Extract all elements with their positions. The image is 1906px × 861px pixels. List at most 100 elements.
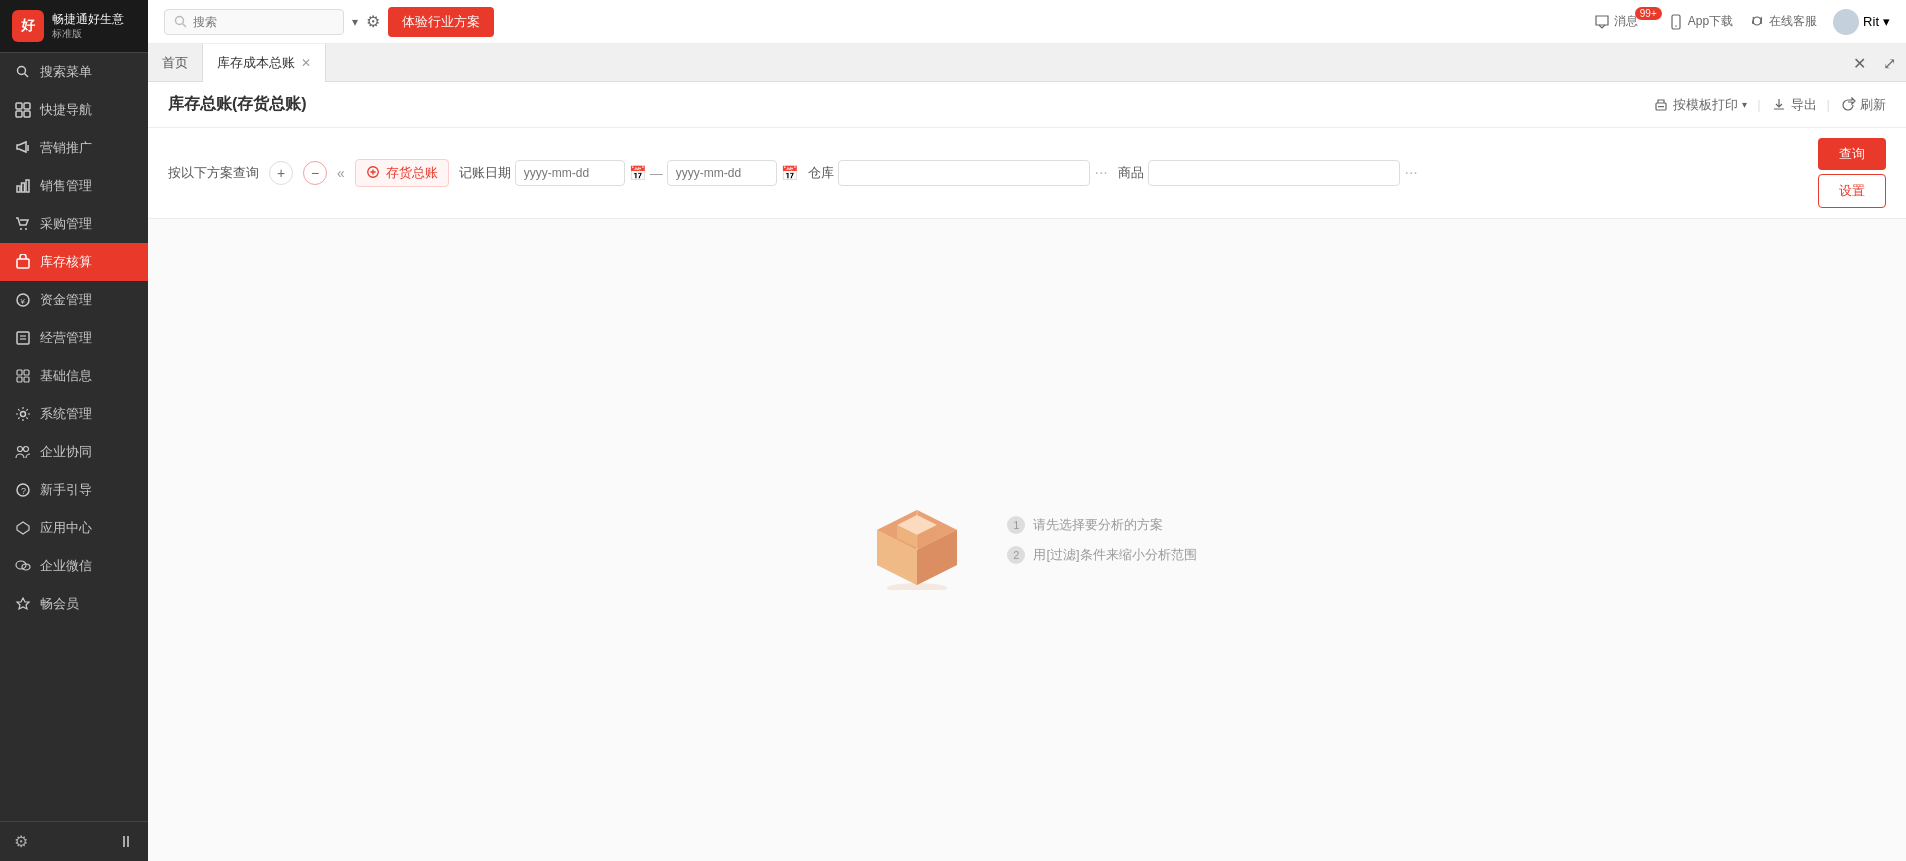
export-icon <box>1771 97 1787 113</box>
sidebar: 好 畅捷通好生意 标准版 搜索菜单 快捷导航 营销推广 <box>0 0 148 861</box>
settings-btn[interactable]: 设置 <box>1818 174 1886 208</box>
sidebar-item-label: 基础信息 <box>40 367 92 385</box>
warehouse-more-icon[interactable]: ··· <box>1094 164 1107 182</box>
product-label: 商品 <box>1118 164 1144 182</box>
print-template-btn[interactable]: 按模板打印 ▾ <box>1653 96 1747 114</box>
filter-scheme-item[interactable]: 存货总账 <box>355 159 449 187</box>
topbar-search-box[interactable] <box>164 9 344 35</box>
svg-rect-20 <box>17 377 22 382</box>
member-icon <box>14 595 32 613</box>
product-input[interactable] <box>1148 160 1401 186</box>
sidebar-item-quick-nav[interactable]: 快捷导航 <box>0 91 148 129</box>
empty-state: 1 请先选择要分析的方案 2 用[过滤]条件来缩小分析范围 <box>148 219 1906 861</box>
topbar-right: 消息 99+ App下载 在线客服 Rit ▾ <box>1594 9 1890 35</box>
settings-bottom-icon[interactable]: ⚙ <box>14 832 28 851</box>
user-area[interactable]: Rit ▾ <box>1833 9 1890 35</box>
sidebar-item-inventory[interactable]: 库存核算 <box>0 243 148 281</box>
message-btn[interactable]: 消息 99+ <box>1594 13 1652 30</box>
tab-bar: 首页 库存成本总账 ✕ ✕ ⤢ <box>148 44 1906 82</box>
sidebar-item-operations[interactable]: 经营管理 <box>0 319 148 357</box>
export-btn[interactable]: 导出 <box>1771 96 1817 114</box>
product-more-icon[interactable]: ··· <box>1404 164 1417 182</box>
logo-badge: 标准版 <box>52 27 124 41</box>
tab-close-icon[interactable]: ✕ <box>301 56 311 70</box>
empty-hints: 1 请先选择要分析的方案 2 用[过滤]条件来缩小分析范围 <box>1007 516 1196 564</box>
money-icon: ¥ <box>14 291 32 309</box>
scheme-inner-icon <box>366 165 380 179</box>
sidebar-item-label: 畅会员 <box>40 595 79 613</box>
sidebar-item-membership[interactable]: 畅会员 <box>0 585 148 623</box>
sidebar-item-purchase[interactable]: 采购管理 <box>0 205 148 243</box>
sidebar-item-basic[interactable]: 基础信息 <box>0 357 148 395</box>
headset-icon <box>1749 14 1765 30</box>
shopping-icon <box>14 215 32 233</box>
tab-inventory-label: 库存成本总账 <box>217 54 295 72</box>
topbar-gear-icon[interactable]: ⚙ <box>366 12 380 31</box>
industry-btn[interactable]: 体验行业方案 <box>388 7 494 37</box>
filter-add-btn[interactable]: + <box>269 161 293 185</box>
collapse-icon[interactable]: ⏸ <box>118 833 134 851</box>
date-start-input[interactable] <box>515 160 625 186</box>
action-sep1: | <box>1757 97 1760 112</box>
sidebar-item-wechat[interactable]: 企业微信 <box>0 547 148 585</box>
hint-num-1: 1 <box>1007 516 1025 534</box>
sidebar-item-label: 新手引导 <box>40 481 92 499</box>
svg-point-24 <box>24 447 29 452</box>
tab-home[interactable]: 首页 <box>148 44 203 82</box>
query-btn[interactable]: 查询 <box>1818 138 1886 170</box>
svg-rect-21 <box>24 377 29 382</box>
refresh-btn[interactable]: 刷新 <box>1840 96 1886 114</box>
filter-del-btn[interactable]: − <box>303 161 327 185</box>
topbar: ▾ ⚙ 体验行业方案 消息 99+ App下载 在线客服 Rit ▾ <box>148 0 1906 44</box>
sidebar-item-cooperation[interactable]: 企业协同 <box>0 433 148 471</box>
svg-rect-12 <box>17 259 29 268</box>
svg-text:?: ? <box>21 486 26 496</box>
sidebar-item-system[interactable]: 系统管理 <box>0 395 148 433</box>
dropdown-arrow-icon[interactable]: ▾ <box>352 15 358 29</box>
svg-line-31 <box>183 23 187 27</box>
svg-point-0 <box>18 67 26 75</box>
hint-item-2: 2 用[过滤]条件来缩小分析范围 <box>1007 546 1196 564</box>
sidebar-item-label: 企业协同 <box>40 443 92 461</box>
panel-expand-btn[interactable]: ⤢ <box>1883 53 1896 72</box>
topbar-left: ▾ ⚙ 体验行业方案 <box>164 7 1594 37</box>
panel-close-btn[interactable]: ✕ <box>1853 53 1866 72</box>
sidebar-item-search-menu[interactable]: 搜索菜单 <box>0 53 148 91</box>
page-actions: 按模板打印 ▾ | 导出 | 刷新 <box>1653 96 1886 114</box>
warehouse-input[interactable] <box>838 160 1091 186</box>
sidebar-item-marketing[interactable]: 营销推广 <box>0 129 148 167</box>
apps-icon <box>14 519 32 537</box>
report-icon <box>14 329 32 347</box>
refresh-label: 刷新 <box>1860 96 1886 114</box>
wechat-icon <box>14 557 32 575</box>
empty-illustration <box>857 480 977 600</box>
sidebar-item-label: 库存核算 <box>40 253 92 271</box>
svg-point-11 <box>25 228 27 230</box>
svg-rect-18 <box>17 370 22 375</box>
online-service-btn[interactable]: 在线客服 <box>1749 13 1817 30</box>
message-label: 消息 <box>1614 13 1638 30</box>
user-name: Rit <box>1863 14 1879 29</box>
print-label: 按模板打印 <box>1673 96 1738 114</box>
sidebar-item-newbie[interactable]: ? 新手引导 <box>0 471 148 509</box>
sidebar-bottom: ⚙ ⏸ <box>0 821 148 861</box>
logo-text: 畅捷通好生意 <box>52 11 124 28</box>
date-end-icon[interactable]: 📅 <box>781 165 798 181</box>
guide-icon: ? <box>14 481 32 499</box>
svg-rect-32 <box>1672 15 1680 29</box>
svg-marker-29 <box>17 598 29 609</box>
sidebar-item-sales[interactable]: 销售管理 <box>0 167 148 205</box>
search-input[interactable] <box>193 15 313 29</box>
product-filter: 商品 ··· <box>1118 160 1418 186</box>
sidebar-item-finance[interactable]: ¥ 资金管理 <box>0 281 148 319</box>
phone-icon <box>1668 14 1684 30</box>
sidebar-item-app-center[interactable]: 应用中心 <box>0 509 148 547</box>
app-download-btn[interactable]: App下载 <box>1668 13 1733 30</box>
tab-inventory-cost[interactable]: 库存成本总账 ✕ <box>203 44 326 82</box>
page-title: 库存总账(存货总账) <box>168 94 307 115</box>
date-start-icon[interactable]: 📅 <box>629 165 646 181</box>
filter-collapse-icon[interactable]: « <box>337 165 345 181</box>
svg-rect-19 <box>24 370 29 375</box>
date-end-input[interactable] <box>667 160 777 186</box>
user-avatar <box>1833 9 1859 35</box>
